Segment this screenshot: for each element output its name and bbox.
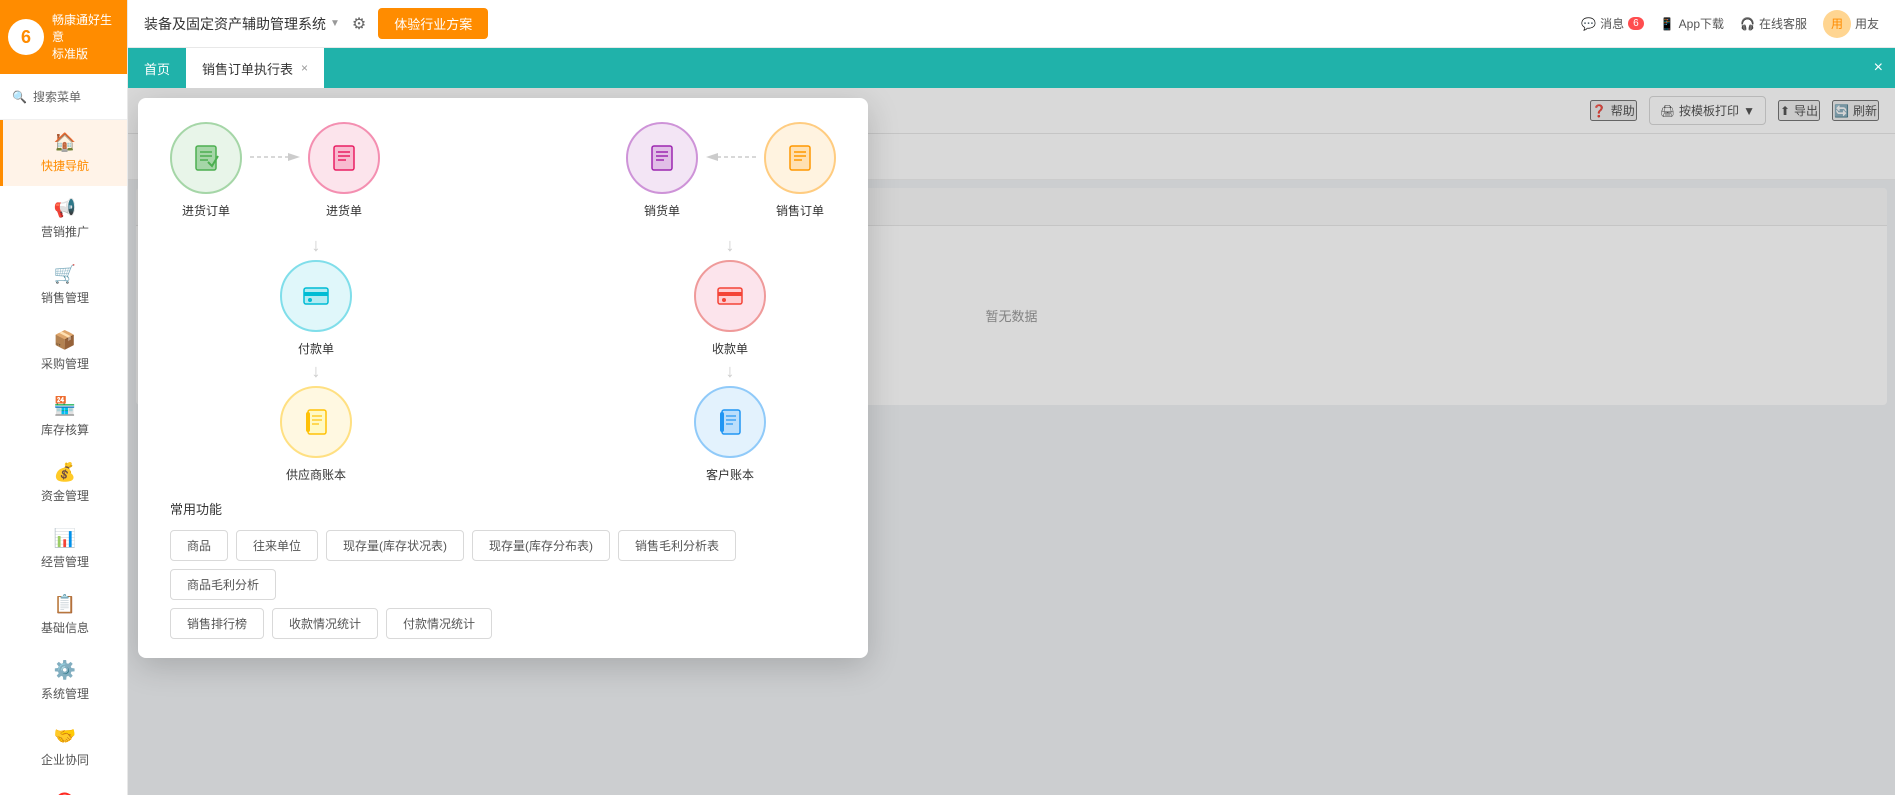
sidebar-item-basic[interactable]: 📋 基础信息	[0, 582, 127, 648]
logo-icon: 6	[8, 19, 44, 55]
supplier-ledger-circle	[280, 386, 352, 458]
sidebar-item-inventory[interactable]: 🏪 库存核算	[0, 384, 127, 450]
func-btn-sales-profit[interactable]: 销售毛利分析表	[618, 530, 736, 561]
main-area: 装备及固定资产辅助管理系统 ▼ ⚙ 体验行业方案 💬 消息 6 📱 App下载 …	[128, 0, 1895, 795]
flow-node-purchase-order[interactable]: 进货订单	[170, 122, 242, 219]
dropdown-arrow-icon: ▼	[330, 18, 340, 29]
message-badge: 6	[1628, 17, 1644, 30]
horizontal-scrollbar-area: ◀ ▶	[170, 651, 836, 658]
receipt-label: 收款单	[712, 340, 748, 357]
sidebar-item-marketing[interactable]: 📢 营销推广	[0, 186, 127, 252]
flow-node-receipt[interactable]: 收款单	[694, 260, 766, 357]
purchase-bill-label: 进货单	[326, 202, 362, 219]
mobile-icon: 📱	[1660, 17, 1675, 31]
sidebar-item-operation[interactable]: 📊 经营管理	[0, 516, 127, 582]
settings-icon[interactable]: ⚙	[352, 14, 366, 34]
function-buttons-row2: 销售排行榜 收款情况统计 付款情况统计	[170, 608, 836, 639]
sidebar-item-enterprise[interactable]: 🤝 企业协同	[0, 714, 127, 780]
payment-circle	[280, 260, 352, 332]
purchase-order-label: 进货订单	[182, 202, 230, 219]
user-avatar: 用	[1823, 10, 1851, 38]
func-btn-stock-status[interactable]: 现存量(库存状况表)	[326, 530, 464, 561]
tab-home[interactable]: 首页	[128, 48, 186, 88]
message-item[interactable]: 💬 消息 6	[1581, 15, 1644, 32]
enterprise-icon: 🤝	[54, 726, 76, 747]
flow-node-purchase-bill[interactable]: 进货单	[308, 122, 380, 219]
online-service-item[interactable]: 🎧 在线客服	[1740, 15, 1807, 32]
tabbar: 首页 销售订单执行表 × ×	[128, 48, 1895, 88]
receipt-circle	[694, 260, 766, 332]
func-btn-receipt-stats[interactable]: 收款情况统计	[272, 608, 378, 639]
purchase-icon: 📦	[54, 330, 76, 351]
topbar: 装备及固定资产辅助管理系统 ▼ ⚙ 体验行业方案 💬 消息 6 📱 App下载 …	[128, 0, 1895, 48]
sidebar-item-newbie[interactable]: 🎯 新手引导	[0, 780, 127, 795]
system-title: 装备及固定资产辅助管理系统	[144, 14, 326, 34]
flow-node-sales-bill[interactable]: 销货单	[626, 122, 698, 219]
sidebar-nav: 🏠 快捷导航 📢 营销推广 🛒 销售管理 📦 采购管理 🏪 库存核算 💰	[0, 120, 127, 795]
func-btn-sales-ranking[interactable]: 销售排行榜	[170, 608, 264, 639]
headset-icon: 🎧	[1740, 17, 1755, 31]
inventory-icon: 🏪	[54, 396, 76, 417]
sales-icon: 🛒	[54, 264, 76, 285]
sidebar-item-system[interactable]: ⚙️ 系统管理	[0, 648, 127, 714]
customer-ledger-circle	[694, 386, 766, 458]
app-download-item[interactable]: 📱 App下载	[1660, 15, 1724, 32]
logo-text: 畅康通好生意 标准版	[52, 12, 119, 62]
content-area: ❓ 帮助 🖨 按模板打印 ▼ ⬆ 导出 🔄 刷新	[128, 88, 1895, 795]
system-icon: ⚙️	[54, 660, 76, 681]
sidebar-item-purchase[interactable]: 📦 采购管理	[0, 318, 127, 384]
quick-icon: 🏠	[54, 132, 76, 153]
sales-bill-label: 销货单	[644, 202, 680, 219]
trial-button[interactable]: 体验行业方案	[378, 8, 488, 39]
marketing-icon: 📢	[54, 198, 76, 219]
topbar-right: 💬 消息 6 📱 App下载 🎧 在线客服 用 用友	[1581, 10, 1879, 38]
flow-node-supplier-ledger[interactable]: 供应商账本	[280, 386, 352, 483]
user-item[interactable]: 用 用友	[1823, 10, 1879, 38]
func-btn-payment-stats[interactable]: 付款情况统计	[386, 608, 492, 639]
func-btn-product-profit[interactable]: 商品毛利分析	[170, 569, 276, 600]
purchase-bill-circle	[308, 122, 380, 194]
message-icon: 💬	[1581, 17, 1596, 31]
sales-order-circle	[764, 122, 836, 194]
supplier-ledger-label: 供应商账本	[286, 466, 346, 483]
window-close-icon[interactable]: ×	[1874, 59, 1883, 77]
sales-bill-circle	[626, 122, 698, 194]
quick-nav-dialog: 进货订单 进货单	[138, 98, 868, 658]
sidebar-item-quick[interactable]: 🏠 快捷导航	[0, 120, 127, 186]
operation-icon: 📊	[54, 528, 76, 549]
dialog-body: 进货订单 进货单	[138, 98, 868, 658]
search-menu-button[interactable]: 🔍 搜索菜单	[8, 82, 119, 111]
sidebar: 6 畅康通好生意 标准版 🔍 搜索菜单 🏠 快捷导航 📢 营销推广 🛒	[0, 0, 128, 795]
system-title-dropdown[interactable]: 装备及固定资产辅助管理系统 ▼	[144, 14, 340, 34]
search-icon: 🔍	[12, 90, 27, 104]
finance-icon: 💰	[54, 462, 76, 483]
func-btn-product[interactable]: 商品	[170, 530, 228, 561]
func-btn-stock-dist[interactable]: 现存量(库存分布表)	[472, 530, 610, 561]
func-btn-unit[interactable]: 往来单位	[236, 530, 318, 561]
purchase-order-circle	[170, 122, 242, 194]
customer-ledger-label: 客户账本	[706, 466, 754, 483]
overlay[interactable]: 进货订单 进货单	[128, 88, 1895, 795]
tab-sales-order[interactable]: 销售订单执行表 ×	[186, 48, 324, 88]
sales-order-label: 销售订单	[776, 202, 824, 219]
common-functions-title: 常用功能	[170, 499, 836, 518]
sidebar-item-sales[interactable]: 🛒 销售管理	[0, 252, 127, 318]
function-buttons-row1: 商品 往来单位 现存量(库存状况表) 现存量(库存分布表) 销售毛利分析表 商品…	[170, 530, 836, 600]
payment-label: 付款单	[298, 340, 334, 357]
flow-node-sales-order[interactable]: 销售订单	[764, 122, 836, 219]
flow-node-customer-ledger[interactable]: 客户账本	[694, 386, 766, 483]
sidebar-logo: 6 畅康通好生意 标准版	[0, 0, 127, 74]
common-functions: 常用功能 商品 往来单位 现存量(库存状况表) 现存量(库存分布表) 销售毛利分…	[170, 499, 836, 639]
sidebar-item-finance[interactable]: 💰 资金管理	[0, 450, 127, 516]
flow-node-payment[interactable]: 付款单	[280, 260, 352, 357]
basic-icon: 📋	[54, 594, 76, 615]
sidebar-search[interactable]: 🔍 搜索菜单	[0, 74, 127, 120]
tab-close-icon[interactable]: ×	[301, 61, 308, 75]
